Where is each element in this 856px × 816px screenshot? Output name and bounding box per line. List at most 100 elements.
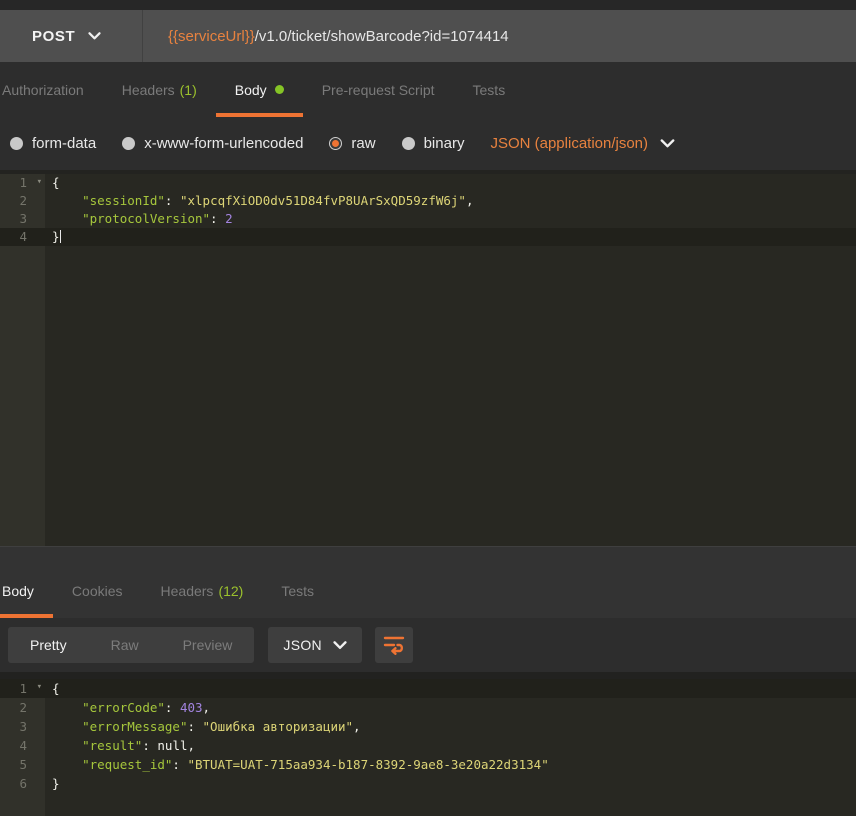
- code-text: "protocolVersion": 2: [45, 210, 856, 228]
- tab-label: Headers: [121, 81, 175, 98]
- code-line[interactable]: 2 "errorCode": 403,: [0, 698, 856, 717]
- code-line[interactable]: 3 "protocolVersion": 2: [0, 210, 856, 228]
- line-number: 4: [19, 229, 27, 244]
- tab-headers[interactable]: Headers (12): [142, 564, 263, 618]
- unsaved-dot-icon: [274, 85, 284, 94]
- code-text: }: [45, 228, 856, 246]
- method-select[interactable]: POST: [0, 10, 143, 62]
- url-environment-variable: {{serviceUrl}}: [168, 27, 255, 45]
- line-gutter: 5: [0, 755, 45, 774]
- window-top-strip: [0, 0, 856, 10]
- content-type-select[interactable]: JSON (application/json): [490, 135, 675, 152]
- tab-body[interactable]: Body: [0, 564, 53, 618]
- radio-unselected-icon: [122, 137, 136, 150]
- postman-window: POST {{serviceUrl}}/v1.0/ticket/showBarc…: [0, 0, 856, 816]
- text-cursor: [59, 230, 62, 243]
- line-gutter: 2: [0, 698, 45, 717]
- url-input[interactable]: {{serviceUrl}}/v1.0/ticket/showBarcode?i…: [143, 10, 856, 62]
- line-number: 3: [19, 211, 27, 226]
- fold-arrow-icon[interactable]: ▾: [37, 173, 42, 191]
- tab-label: Body: [2, 583, 34, 599]
- code-text: "request_id": "BTUAT=UAT-715aa934-b187-8…: [45, 755, 856, 774]
- request-url-bar: POST {{serviceUrl}}/v1.0/ticket/showBarc…: [0, 10, 856, 62]
- radio-label: x-www-form-urlencoded: [144, 135, 304, 152]
- code-text: {: [45, 174, 856, 192]
- response-format-select[interactable]: JSON: [268, 627, 362, 663]
- editor-empty-area: [0, 246, 856, 546]
- response-tabs: Body Cookies Headers (12) Tests: [0, 564, 856, 618]
- line-number: 3: [19, 719, 27, 734]
- url-path: /v1.0/ticket/showBarcode?id=1074414: [254, 27, 509, 45]
- tab-tests[interactable]: Tests: [262, 564, 333, 618]
- tab-pre-request-script[interactable]: Pre-request Script: [303, 62, 454, 117]
- request-tabs: Authorization Headers (1) Body Pre-request S…: [0, 62, 856, 117]
- line-gutter: 1 ▾: [0, 174, 45, 192]
- body-mode-binary[interactable]: binary: [401, 135, 465, 152]
- radio-label: form-data: [32, 135, 97, 152]
- chevron-down-icon: [333, 640, 347, 649]
- tab-body[interactable]: Body: [215, 62, 303, 117]
- wrap-lines-button[interactable]: [374, 627, 413, 663]
- line-gutter: 4: [0, 736, 45, 755]
- active-tab-underline: [215, 113, 303, 117]
- tab-tests[interactable]: Tests: [454, 62, 525, 117]
- method-label: POST: [32, 27, 76, 45]
- content-type-label: JSON (application/json): [490, 135, 649, 152]
- radio-unselected-icon: [10, 137, 23, 150]
- code-line[interactable]: 4}: [0, 228, 856, 246]
- editor-empty-area: [0, 793, 856, 816]
- line-number: 1: [19, 175, 27, 190]
- radio-selected-icon: [329, 137, 343, 150]
- body-type-row: form-data x-www-form-urlencoded raw binary …: [0, 117, 856, 170]
- code-line[interactable]: 4 "result": null,: [0, 736, 856, 755]
- tab-label: Headers: [160, 583, 214, 599]
- fold-arrow-icon[interactable]: ▾: [37, 678, 42, 697]
- view-mode-preview[interactable]: Preview: [161, 627, 255, 663]
- body-mode-raw[interactable]: raw: [329, 135, 376, 152]
- tab-label: Authorization: [2, 81, 84, 98]
- tab-cookies[interactable]: Cookies: [53, 564, 142, 618]
- code-line[interactable]: 2 "sessionId": "xlpcqfXiOD0dv51D84fvP8UA…: [0, 192, 856, 210]
- line-number: 2: [19, 193, 27, 208]
- code-text: {: [45, 679, 856, 698]
- line-gutter: 4: [0, 228, 45, 246]
- chevron-down-icon: [88, 32, 101, 40]
- radio-label: binary: [423, 135, 465, 152]
- response-toolbar: Pretty Raw Preview JSON: [0, 618, 856, 672]
- wrap-lines-icon: [383, 636, 405, 655]
- chevron-down-icon: [660, 139, 675, 148]
- body-mode-form-data[interactable]: form-data: [10, 135, 96, 152]
- code-text: "errorCode": 403,: [45, 698, 856, 717]
- code-text: "sessionId": "xlpcqfXiOD0dv51D84fvP8UArS…: [45, 192, 856, 210]
- code-line[interactable]: 6}: [0, 774, 856, 793]
- line-gutter: 3: [0, 210, 45, 228]
- code-line[interactable]: 3 "errorMessage": "Ошибка авторизации",: [0, 717, 856, 736]
- tab-headers[interactable]: Headers (1): [103, 62, 216, 117]
- response-body-viewer[interactable]: 1 ▾{2 "errorCode": 403, 3 "errorMessage": …: [0, 672, 856, 816]
- line-gutter: 2: [0, 192, 45, 210]
- view-mode-pretty[interactable]: Pretty: [8, 627, 89, 663]
- body-mode-x-www-form-urlencoded[interactable]: x-www-form-urlencoded: [122, 135, 303, 152]
- view-mode-raw[interactable]: Raw: [89, 627, 161, 663]
- response-section-header: Body Cookies Headers (12) Tests: [0, 546, 856, 618]
- radio-unselected-icon: [401, 137, 415, 150]
- code-line[interactable]: 1 ▾{: [0, 679, 856, 698]
- line-number: 5: [19, 757, 27, 772]
- format-label: JSON: [283, 637, 322, 653]
- request-body-editor[interactable]: 1 ▾{2 "sessionId": "xlpcqfXiOD0dv51D84fvP…: [0, 170, 856, 546]
- line-number: 4: [19, 738, 27, 753]
- line-gutter: 3: [0, 717, 45, 736]
- line-number: 1: [19, 681, 27, 696]
- view-mode-toggle: Pretty Raw Preview: [8, 627, 255, 663]
- active-tab-underline: [0, 614, 53, 618]
- code-line[interactable]: 5 "request_id": "BTUAT=UAT-715aa934-b187…: [0, 755, 856, 774]
- tab-label: Pre-request Script: [321, 81, 435, 98]
- tab-label: Cookies: [71, 583, 123, 599]
- line-number: 2: [19, 700, 27, 715]
- code-text: "errorMessage": "Ошибка авторизации",: [45, 717, 856, 736]
- tab-authorization[interactable]: Authorization: [0, 62, 103, 117]
- radio-label: raw: [351, 135, 376, 152]
- line-gutter: 1 ▾: [0, 679, 45, 698]
- code-line[interactable]: 1 ▾{: [0, 174, 856, 192]
- tab-label: Tests: [281, 583, 315, 599]
